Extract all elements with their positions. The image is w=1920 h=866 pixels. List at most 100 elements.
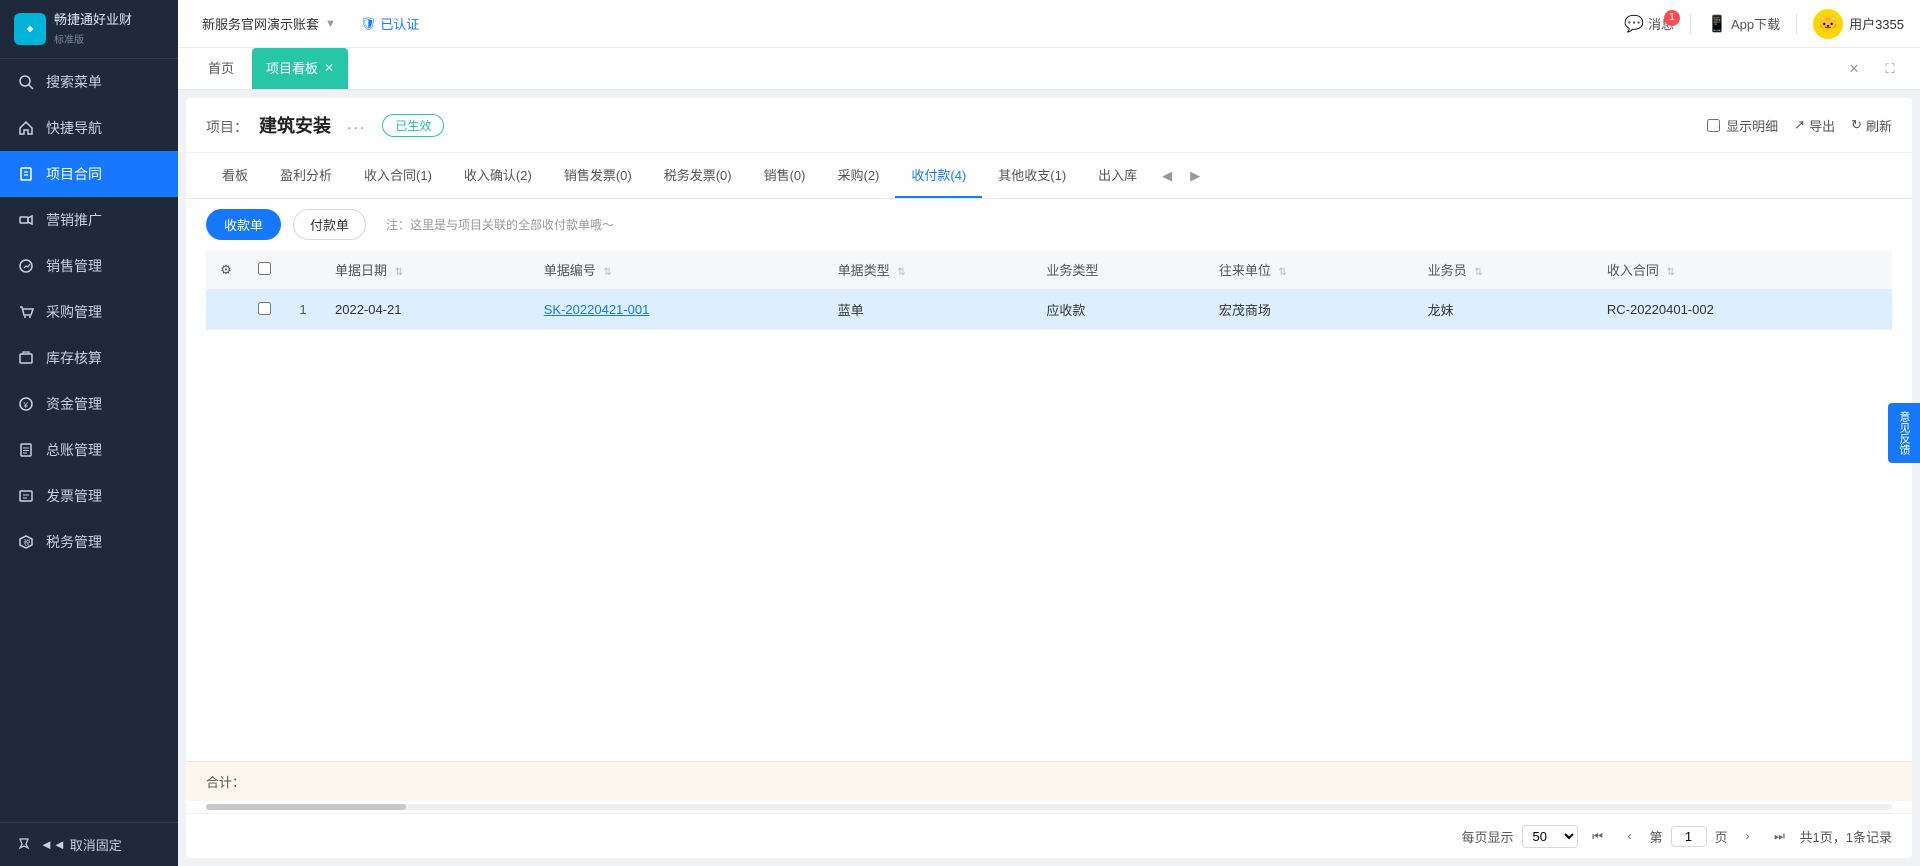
- tab-home[interactable]: 首页: [194, 48, 248, 89]
- sidebar-item-quicknav[interactable]: 快捷导航: [0, 105, 178, 151]
- brand-name: 畅捷通好业财: [54, 12, 132, 29]
- per-page-select[interactable]: 50 100 200: [1522, 825, 1578, 848]
- sub-tab-kanban[interactable]: 看板: [206, 153, 264, 198]
- tab-project-board[interactable]: 项目看板 ✕: [252, 48, 348, 89]
- th-type[interactable]: 单据类型 ⇅: [826, 250, 1035, 290]
- td-index: 1: [283, 290, 323, 330]
- account-selector[interactable]: 新服务官网演示账套 ▼: [194, 10, 344, 37]
- scrollbar-track[interactable]: [206, 804, 1892, 810]
- sidebar-footer-pin[interactable]: ◄◄ 取消固定: [0, 822, 178, 866]
- toolbar-note: 注：这里是与项目关联的全部收付款单哦～: [386, 216, 614, 233]
- th-salesman[interactable]: 业务员 ⇅: [1416, 250, 1595, 290]
- sidebar-item-purchase[interactable]: 采购管理: [0, 289, 178, 335]
- th-partner[interactable]: 往来单位 ⇅: [1207, 250, 1416, 290]
- table-container: ⚙ 单据日期 ⇅ 单据编号 ⇅: [186, 250, 1912, 761]
- sidebar-item-tax[interactable]: 税 税务管理: [0, 519, 178, 565]
- th-contract[interactable]: 收入合同 ⇅: [1595, 250, 1892, 290]
- td-type: 蓝单: [826, 290, 1035, 330]
- refresh-button[interactable]: ↻ 刷新: [1851, 116, 1892, 135]
- status-badge: 已生效: [382, 114, 444, 137]
- phone-icon: 📱: [1707, 14, 1727, 34]
- account-name: 新服务官网演示账套: [202, 14, 319, 33]
- th-biz-type: 业务类型: [1034, 250, 1206, 290]
- row-checkbox[interactable]: [258, 302, 271, 315]
- message-icon: 💬: [1624, 14, 1644, 34]
- td-settings: [206, 290, 246, 330]
- app-download-button[interactable]: 📱 App下载: [1707, 14, 1780, 34]
- document-number-link[interactable]: SK-20220421-001: [544, 302, 650, 317]
- td-number[interactable]: SK-20220421-001: [532, 290, 826, 330]
- td-checkbox[interactable]: [246, 290, 283, 330]
- payment-btn[interactable]: 付款单: [293, 209, 366, 240]
- sidebar-item-label: 快捷导航: [46, 118, 102, 138]
- th-number[interactable]: 单据编号 ⇅: [532, 250, 826, 290]
- close-window-button[interactable]: ✕: [1840, 55, 1868, 83]
- sidebar-item-finance[interactable]: ¥ 资金管理: [0, 381, 178, 427]
- sub-tab-purchase[interactable]: 采购(2): [821, 153, 895, 198]
- tax-icon: 税: [16, 532, 36, 552]
- sub-tab-next-arrow[interactable]: ▶: [1181, 162, 1209, 190]
- sub-tab-sales-invoice[interactable]: 销售发票(0): [548, 153, 648, 198]
- refresh-label: 刷新: [1866, 116, 1892, 135]
- topbar: 新服务官网演示账套 ▼ 🛡 已认证 💬 消息 1 📱 App下载 🐱 用: [178, 0, 1920, 48]
- search-icon: [16, 72, 36, 92]
- sub-tab-prev-arrow[interactable]: ◀: [1153, 162, 1181, 190]
- sidebar-item-label: 总账管理: [46, 440, 102, 460]
- contract-icon: [16, 164, 36, 184]
- divider2: [1796, 14, 1797, 34]
- next-page-button[interactable]: ›: [1736, 824, 1760, 848]
- tab-close-icon[interactable]: ✕: [324, 61, 334, 75]
- certified-label: 已认证: [380, 14, 419, 33]
- sidebar-item-sales[interactable]: 销售管理: [0, 243, 178, 289]
- sub-tab-sales[interactable]: 销售(0): [748, 153, 822, 198]
- export-icon: ↗: [1794, 117, 1805, 133]
- th-date[interactable]: 单据日期 ⇅: [323, 250, 532, 290]
- project-prefix: 项目：: [206, 119, 248, 135]
- sub-tab-receipt[interactable]: 收付款(4): [895, 153, 982, 198]
- pagination: 每页显示 50 100 200 ⏮ ‹ 第 页 › ⏭ 共1页，1条记录: [186, 813, 1912, 858]
- sidebar-item-ledger[interactable]: 总账管理: [0, 427, 178, 473]
- project-actions: 显示明细 ↗ 导出 ↻ 刷新: [1707, 116, 1892, 135]
- show-detail-input[interactable]: [1707, 119, 1720, 132]
- sidebar-item-search[interactable]: 搜索菜单: [0, 59, 178, 105]
- scrollbar-thumb[interactable]: [206, 804, 406, 810]
- prev-page-button[interactable]: ‹: [1618, 824, 1642, 848]
- ledger-icon: [16, 440, 36, 460]
- table-header-row: ⚙ 单据日期 ⇅ 单据编号 ⇅: [206, 250, 1892, 290]
- sub-tab-inout[interactable]: 出入库: [1082, 153, 1153, 198]
- horizontal-scrollbar[interactable]: [186, 801, 1912, 813]
- maximize-button[interactable]: ⛶: [1876, 55, 1904, 83]
- receipt-btn[interactable]: 收款单: [206, 209, 281, 240]
- sub-tab-tax-invoice[interactable]: 税务发票(0): [648, 153, 748, 198]
- sidebar-item-inventory[interactable]: 库存核算: [0, 335, 178, 381]
- td-biz-type: 应收款: [1034, 290, 1206, 330]
- export-button[interactable]: ↗ 导出: [1794, 116, 1835, 135]
- topbar-left: 新服务官网演示账套 ▼ 🛡 已认证: [194, 10, 1624, 37]
- sort-icon: ⇅: [1667, 267, 1675, 278]
- show-detail-checkbox[interactable]: 显示明细: [1707, 116, 1778, 135]
- first-page-button[interactable]: ⏮: [1586, 824, 1610, 848]
- feedback-button[interactable]: 意见反馈: [1888, 403, 1920, 463]
- settings-icon: ⚙: [220, 262, 232, 277]
- td-partner: 宏茂商场: [1207, 290, 1416, 330]
- sidebar-item-invoice[interactable]: 发票管理: [0, 473, 178, 519]
- message-badge: 1: [1664, 10, 1680, 26]
- user-info[interactable]: 🐱 用户3355: [1813, 9, 1904, 39]
- refresh-icon: ↻: [1851, 117, 1862, 133]
- page-number-input[interactable]: [1671, 826, 1707, 847]
- table-row[interactable]: 1 2022-04-21 SK-20220421-001 蓝单 应收款 宏茂商场…: [206, 290, 1892, 330]
- sub-tab-income-confirm[interactable]: 收入确认(2): [448, 153, 548, 198]
- sub-tab-profit[interactable]: 盈利分析: [264, 153, 348, 198]
- message-button[interactable]: 💬 消息 1: [1624, 14, 1674, 34]
- more-button[interactable]: ...: [347, 116, 366, 134]
- svg-text:¥: ¥: [23, 401, 29, 410]
- select-all-checkbox[interactable]: [258, 262, 271, 275]
- sub-tab-income-contract[interactable]: 收入合同(1): [348, 153, 448, 198]
- sidebar-item-marketing[interactable]: 营销推广: [0, 197, 178, 243]
- td-date: 2022-04-21: [323, 290, 532, 330]
- svg-text:税: 税: [24, 538, 31, 547]
- th-settings[interactable]: ⚙: [206, 250, 246, 290]
- sub-tab-other[interactable]: 其他收支(1): [982, 153, 1082, 198]
- last-page-button[interactable]: ⏭: [1768, 824, 1792, 848]
- sidebar-item-contract[interactable]: 项目合同: [0, 151, 178, 197]
